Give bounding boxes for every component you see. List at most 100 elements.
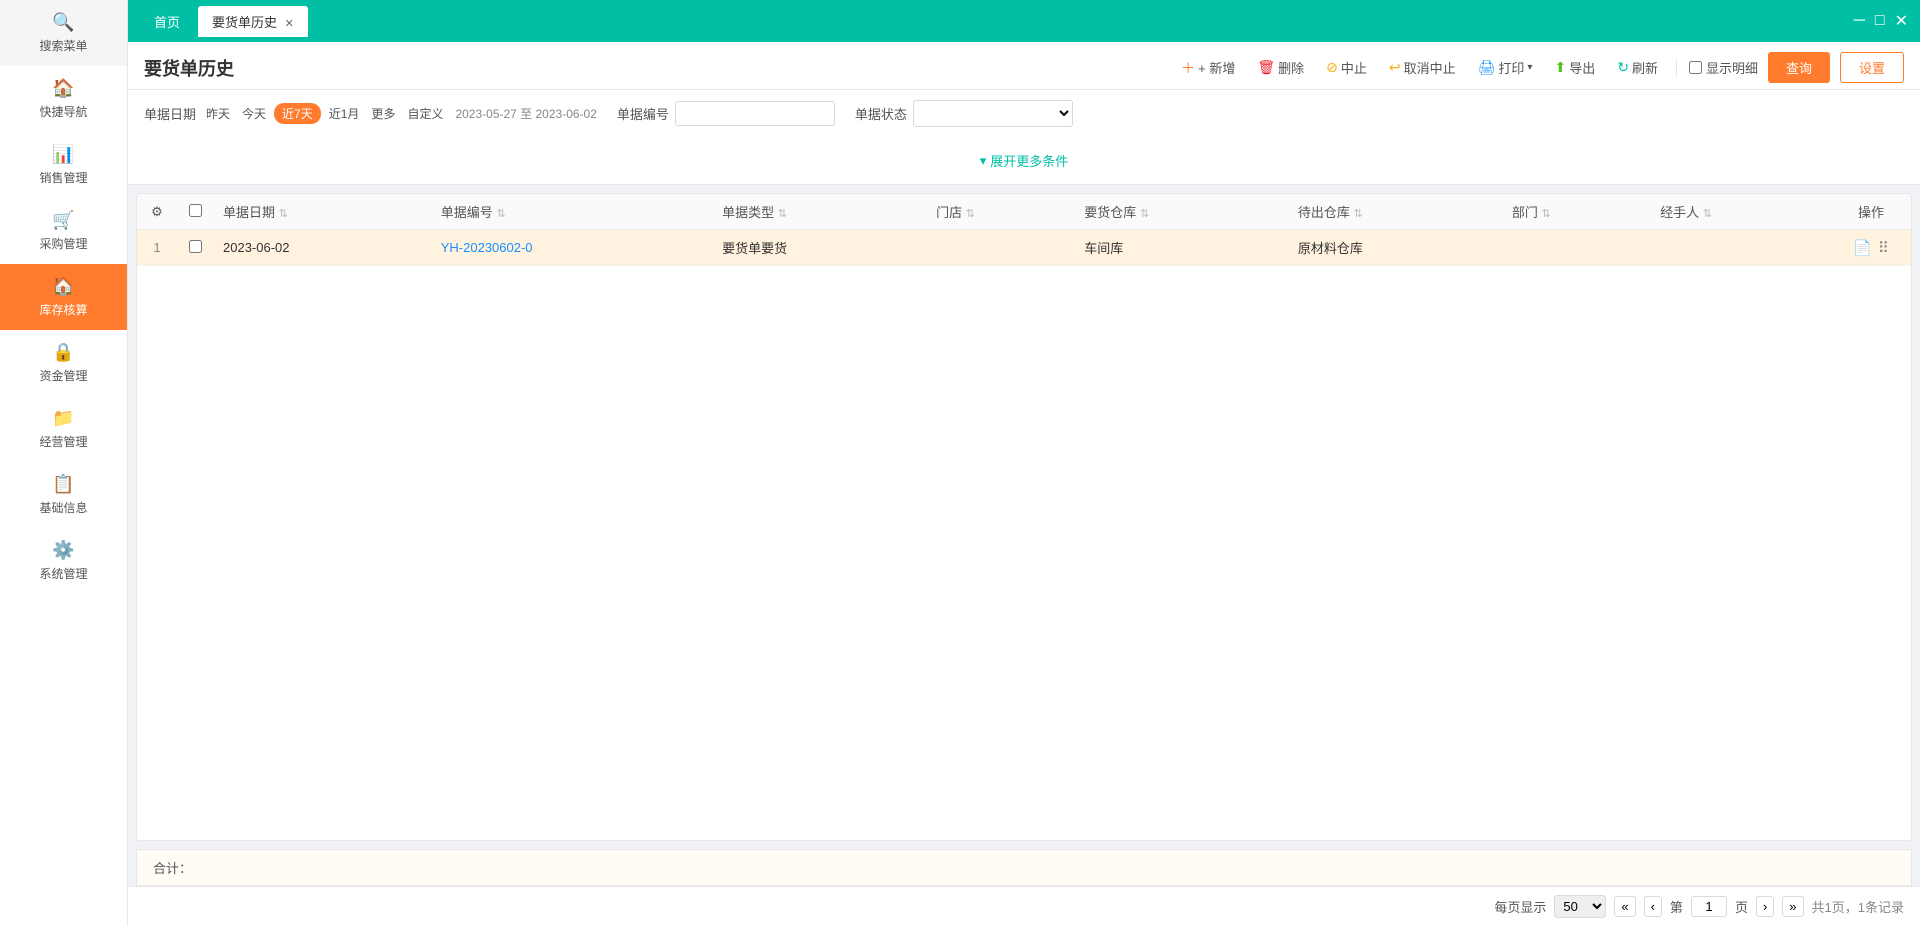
sort-store-icon[interactable]: ⇅ — [966, 208, 975, 220]
sidebar-item-label: 系统管理 — [39, 565, 87, 582]
sidebar-item-basic[interactable]: 📋 基础信息 — [0, 462, 127, 528]
sort-doc-date-icon[interactable]: ⇅ — [279, 208, 288, 220]
table-header-row: ⚙ 单据日期 ⇅ 单据编号 ⇅ 单据类型 — [137, 194, 1911, 230]
main-area: 首页 要货单历史 ✕ ─ □ ✕ 要货单历史 ＋ + 新增 🗑 删除 — [128, 0, 1920, 926]
delete-button[interactable]: 🗑 删除 — [1251, 54, 1310, 81]
maximize-icon[interactable]: □ — [1875, 12, 1885, 30]
date-filter-label: 单据日期 — [144, 104, 196, 123]
page-size-select[interactable]: 50 100 200 — [1554, 895, 1606, 918]
cell-checkbox — [177, 230, 213, 266]
edit-icon[interactable]: 📄 — [1853, 239, 1872, 257]
cell-num: 1 — [137, 230, 177, 266]
row-checkbox[interactable] — [189, 240, 202, 253]
sort-dept-icon[interactable]: ⇅ — [1542, 208, 1551, 220]
select-all-checkbox[interactable] — [189, 204, 202, 217]
col-doc-no: 单据编号 ⇅ — [431, 194, 712, 230]
expand-more-button[interactable]: ▾ 展开更多条件 — [980, 151, 1069, 170]
cell-doc-type: 要货单要货 — [712, 230, 926, 266]
page-unit: 页 — [1735, 897, 1748, 916]
sidebar-item-label: 快捷导航 — [39, 103, 87, 120]
minimize-icon[interactable]: ─ — [1854, 12, 1865, 30]
sort-handler-icon[interactable]: ⇅ — [1703, 208, 1712, 220]
total-info: 共1页，1条记录 — [1812, 897, 1904, 916]
date-btn-custom[interactable]: 自定义 — [403, 103, 447, 124]
sidebar-item-finance[interactable]: 🔒 资金管理 — [0, 330, 127, 396]
search-menu-icon: 🔍 — [52, 12, 74, 33]
filter-expand-row: ▾ 展开更多条件 — [144, 147, 1904, 174]
sidebar-item-sales[interactable]: 📊 销售管理 — [0, 132, 127, 198]
sort-doc-type-icon[interactable]: ⇅ — [778, 208, 787, 220]
doc-no-label: 单据编号 — [617, 104, 669, 123]
next-page-button[interactable]: › — [1756, 896, 1774, 917]
doc-status-select[interactable] — [913, 100, 1073, 127]
page-header: 要货单历史 ＋ + 新增 🗑 删除 ⊘ 中止 ↩ 取消中止 — [128, 42, 1920, 90]
sidebar-item-purchase[interactable]: 🛒 采购管理 — [0, 198, 127, 264]
date-range-display: 2023-05-27 至 2023-06-02 — [455, 105, 596, 122]
sidebar-item-label: 经营管理 — [39, 433, 87, 450]
doc-no-input[interactable] — [675, 101, 835, 126]
first-page-button[interactable]: « — [1614, 896, 1635, 917]
export-button[interactable]: ⬆ 导出 — [1548, 54, 1601, 81]
col-settings[interactable]: ⚙ — [137, 194, 177, 230]
sort-req-warehouse-icon[interactable]: ⇅ — [1140, 208, 1149, 220]
table-area: ⚙ 单据日期 ⇅ 单据编号 ⇅ 单据类型 — [136, 193, 1912, 841]
date-filter-group: 单据日期 昨天 今天 近7天 近1月 更多 自定义 2023-05-27 至 2… — [144, 103, 597, 124]
sidebar-item-search[interactable]: 🔍 搜索菜单 — [0, 0, 127, 66]
date-btn-1month[interactable]: 近1月 — [325, 103, 364, 124]
print-dropdown-icon: ▾ — [1527, 62, 1532, 73]
tab-home[interactable]: 首页 — [140, 6, 194, 37]
lock-icon: 🔒 — [52, 342, 74, 363]
cell-operation: 📄 ⠿ — [1831, 230, 1911, 266]
sidebar-item-operations[interactable]: 📁 经营管理 — [0, 396, 127, 462]
new-button[interactable]: ＋ + 新增 — [1175, 54, 1241, 82]
sidebar-item-label: 销售管理 — [39, 169, 87, 186]
query-button[interactable]: 查询 — [1768, 52, 1830, 83]
col-doc-date: 单据日期 ⇅ — [213, 194, 431, 230]
cancel-stop-button[interactable]: ↩ 取消中止 — [1383, 54, 1462, 81]
summary-label: 合计： — [153, 861, 192, 876]
stop-button[interactable]: ⊘ 中止 — [1320, 54, 1373, 81]
page-label: 第 — [1670, 897, 1683, 916]
date-btn-yesterday[interactable]: 昨天 — [202, 103, 234, 124]
doc-no-link[interactable]: YH-20230602-0 — [441, 240, 533, 255]
show-detail-toggle[interactable]: 显示明细 — [1689, 58, 1758, 77]
list-icon: 📋 — [52, 474, 74, 495]
col-dept: 部门 ⇅ — [1502, 194, 1650, 230]
date-btn-7days[interactable]: 近7天 — [274, 103, 321, 124]
chevron-down-icon: ▾ — [980, 153, 987, 169]
col-handler: 经手人 ⇅ — [1650, 194, 1831, 230]
sidebar-item-quicknav[interactable]: 🏠 快捷导航 — [0, 66, 127, 132]
last-page-button[interactable]: » — [1782, 896, 1803, 917]
sort-pending-warehouse-icon[interactable]: ⇅ — [1354, 208, 1363, 220]
sidebar-item-system[interactable]: ⚙️ 系统管理 — [0, 528, 127, 594]
more-icon[interactable]: ⠿ — [1878, 239, 1889, 257]
tab-close-icon[interactable]: ✕ — [285, 18, 294, 30]
sidebar-item-label: 基础信息 — [39, 499, 87, 516]
folder-icon: 📁 — [52, 408, 74, 429]
date-btn-more[interactable]: 更多 — [367, 103, 399, 124]
sort-doc-no-icon[interactable]: ⇅ — [496, 208, 505, 220]
sidebar: 🔍 搜索菜单 🏠 快捷导航 📊 销售管理 🛒 采购管理 🏠 库存核算 🔒 资金管… — [0, 0, 128, 926]
refresh-button[interactable]: ↻ 刷新 — [1611, 54, 1664, 81]
prev-page-button[interactable]: ‹ — [1644, 896, 1662, 917]
page-title: 要货单历史 — [144, 55, 234, 81]
toolbar: ＋ + 新增 🗑 删除 ⊘ 中止 ↩ 取消中止 🖨 打印 — [1175, 52, 1904, 83]
home-icon: 🏠 — [52, 78, 74, 99]
cell-doc-no: YH-20230602-0 — [431, 230, 712, 266]
topbar: 首页 要货单历史 ✕ ─ □ ✕ — [128, 0, 1920, 42]
sidebar-item-inventory[interactable]: 🏠 库存核算 — [0, 264, 127, 330]
settings-button[interactable]: 设置 — [1840, 52, 1904, 83]
close-window-icon[interactable]: ✕ — [1895, 11, 1908, 31]
col-operation: 操作 — [1831, 194, 1911, 230]
cell-req-warehouse: 车间库 — [1074, 230, 1288, 266]
stop-icon: ⊘ — [1326, 59, 1338, 76]
print-button[interactable]: 🖨 打印 ▾ — [1472, 54, 1539, 81]
page-input[interactable] — [1691, 896, 1727, 917]
show-detail-checkbox[interactable] — [1689, 61, 1702, 74]
doc-no-filter-group: 单据编号 — [617, 101, 835, 126]
cancel-icon: ↩ — [1389, 59, 1401, 76]
requisition-table: ⚙ 单据日期 ⇅ 单据编号 ⇅ 单据类型 — [137, 194, 1911, 266]
date-btn-today[interactable]: 今天 — [238, 103, 270, 124]
tab-requisition-history[interactable]: 要货单历史 ✕ — [198, 6, 308, 37]
toolbar-divider — [1676, 58, 1677, 78]
